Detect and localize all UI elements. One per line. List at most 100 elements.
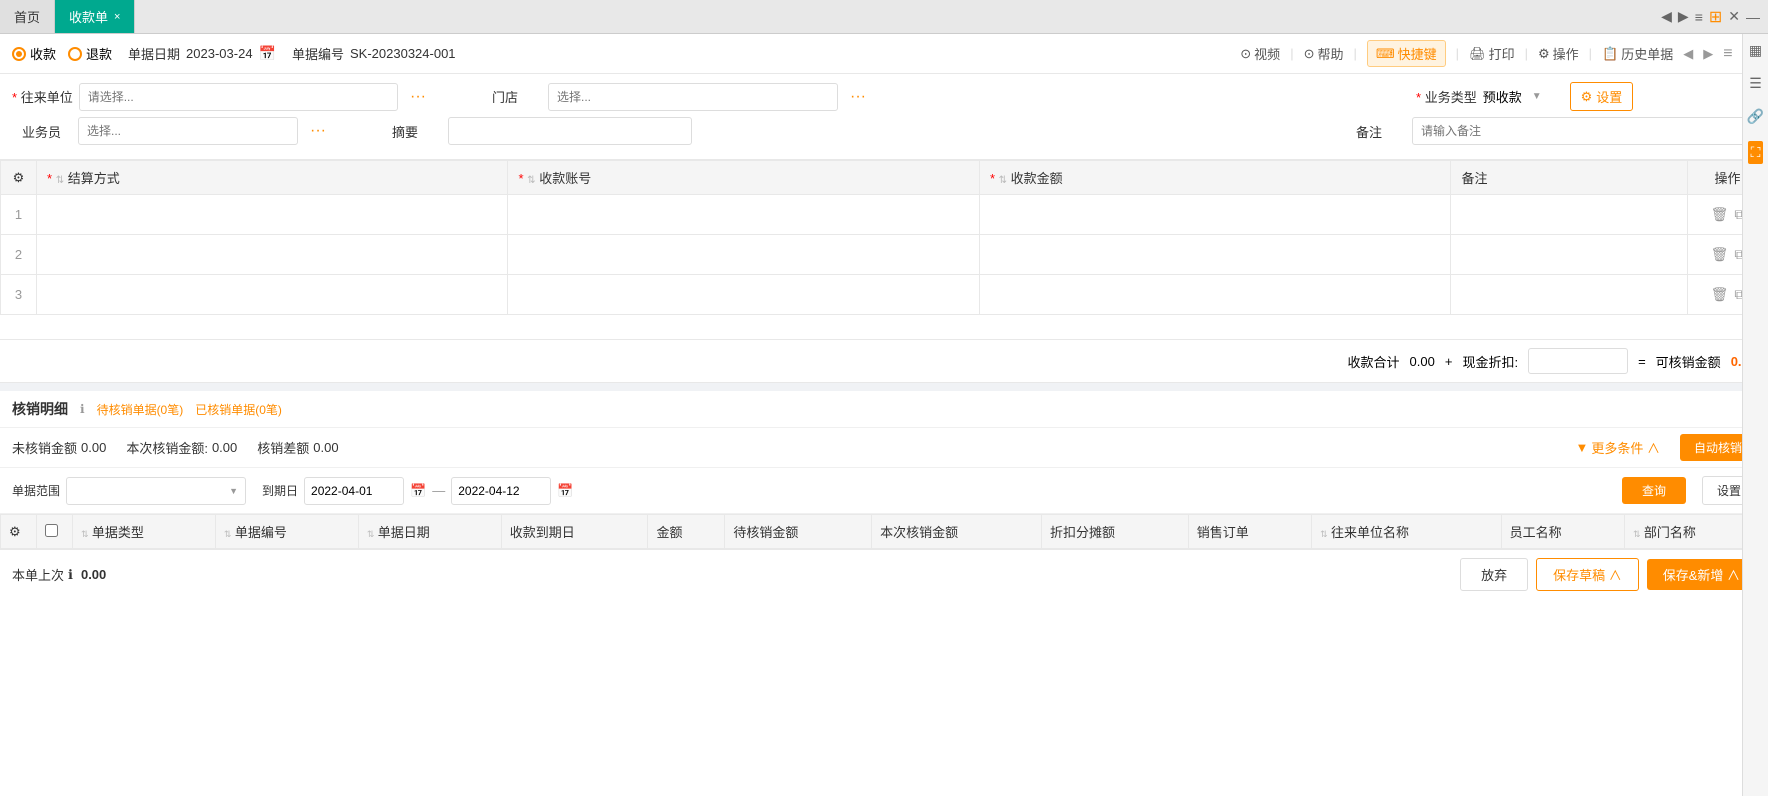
tab-close-window-icon[interactable]: ✕ xyxy=(1728,8,1740,25)
list-view-icon[interactable]: ≡ xyxy=(1723,45,1732,63)
bill-date-label: 单据日期 xyxy=(378,525,430,540)
row1-amount-cell[interactable] xyxy=(979,195,1450,235)
bill-type-sort[interactable]: ⇅ xyxy=(81,529,89,539)
action-print[interactable]: 🖨 打印 xyxy=(1469,44,1515,63)
customer-more-btn[interactable]: ··· xyxy=(404,88,432,106)
customer-name-header: ⇅ 往来单位名称 xyxy=(1312,515,1501,549)
action-history[interactable]: 📋 历史单据 xyxy=(1602,44,1673,63)
tab-next-icon[interactable]: ▶ xyxy=(1678,8,1689,25)
sidebar-link-icon[interactable]: 🔗 xyxy=(1747,108,1764,125)
bill-number-sort[interactable]: ⇅ xyxy=(224,529,232,539)
unchecked-label: 未核销金额 xyxy=(12,438,77,457)
pending-amount-header: 待核销金额 xyxy=(725,515,872,549)
date-from-input[interactable] xyxy=(304,477,404,505)
action-video[interactable]: ⊙ 视频 xyxy=(1240,44,1280,63)
filter-btn[interactable]: ▼ 更多条件 ∧ xyxy=(1575,438,1660,457)
tab-menu-icon[interactable]: ≡ xyxy=(1695,9,1703,25)
row3-amount-cell[interactable] xyxy=(979,275,1450,315)
bottom-gear-header[interactable]: ⚙ xyxy=(1,515,37,549)
settlement-label: 结算方式 xyxy=(68,171,120,186)
due-label: 到期日 xyxy=(262,482,298,499)
calendar-to-icon[interactable]: 📅 xyxy=(557,483,573,499)
form-area: * 往来单位 ··· 门店 ··· * 业务类型 预收款 ▼ xyxy=(0,74,1768,160)
discount-label: 现金折扣: xyxy=(1462,352,1518,371)
row3-delete-icon[interactable]: 🗑 xyxy=(1711,286,1729,303)
range-select[interactable] xyxy=(66,477,246,505)
settings-button[interactable]: ⚙ 设置 xyxy=(1570,82,1634,111)
filter-row: 单据范围 到期日 📅 — 📅 查询 设置 xyxy=(0,468,1768,514)
row3-account-cell[interactable] xyxy=(508,275,979,315)
account-sort-icon[interactable]: ⇅ xyxy=(527,175,535,186)
action-shortcut[interactable]: ⌨ 快捷键 xyxy=(1367,40,1446,67)
row1-delete-icon[interactable]: 🗑 xyxy=(1711,206,1729,223)
radio-receipt[interactable]: 收款 xyxy=(12,44,56,63)
toolbar: 收款 退款 单据日期 2023-03-24 📅 单据编号 SK-20230324… xyxy=(0,34,1768,74)
range-select-wrap xyxy=(66,477,246,505)
sales-order-header: 销售订单 xyxy=(1188,515,1311,549)
radio-refund[interactable]: 退款 xyxy=(68,44,112,63)
writeoff-info-icon[interactable]: ℹ xyxy=(80,402,85,416)
discount-input[interactable] xyxy=(1528,348,1628,374)
carry-info-icon[interactable]: ℹ xyxy=(68,567,73,583)
staff-more-btn[interactable]: ··· xyxy=(304,122,332,140)
net-label: 可核销金额 xyxy=(1656,352,1721,371)
right-sidebar: ▦ ☰ 🔗 ⛶ xyxy=(1742,34,1768,796)
radio-receipt-label: 收款 xyxy=(30,44,56,63)
bill-date-sort[interactable]: ⇅ xyxy=(367,529,375,539)
diff-value: 0.00 xyxy=(313,440,338,455)
staff-input[interactable] xyxy=(78,117,298,145)
row3-settlement-cell[interactable] xyxy=(37,275,508,315)
tab-receipt[interactable]: 收款单 × xyxy=(55,0,135,33)
date-to-input[interactable] xyxy=(451,477,551,505)
select-all-checkbox[interactable] xyxy=(45,524,58,537)
dept-name-sort[interactable]: ⇅ xyxy=(1633,529,1641,539)
filter-icon: ▼ xyxy=(1575,440,1588,455)
settlement-sort-icon[interactable]: ⇅ xyxy=(56,175,64,186)
row2-amount-cell[interactable] xyxy=(979,235,1450,275)
store-more-btn[interactable]: ··· xyxy=(844,88,872,106)
row2-account-cell[interactable] xyxy=(508,235,979,275)
save-draft-button[interactable]: 保存草稿 ∧ xyxy=(1536,558,1639,591)
tab-home[interactable]: 首页 xyxy=(0,0,55,33)
help-label: 帮助 xyxy=(1317,44,1343,63)
sidebar-table-icon[interactable]: ▦ xyxy=(1749,42,1762,59)
action-operation[interactable]: ⚙ 操作 xyxy=(1538,44,1579,63)
tab-receipt-close[interactable]: × xyxy=(114,11,120,23)
diff-label: 核销差额 xyxy=(257,438,309,457)
business-type-arrow[interactable]: ▼ xyxy=(1532,91,1542,102)
gear-column-header[interactable]: ⚙ xyxy=(1,161,37,195)
amount-sort-icon[interactable]: ⇅ xyxy=(999,175,1007,186)
row1-remark-cell[interactable] xyxy=(1451,195,1688,235)
row1-account-cell[interactable] xyxy=(508,195,979,235)
abandon-button[interactable]: 放弃 xyxy=(1460,558,1528,591)
bill-type-label: 单据类型 xyxy=(92,525,144,540)
sidebar-camera-icon[interactable]: ⛶ xyxy=(1748,141,1764,164)
done-tab[interactable]: 已核销单据(0笔) xyxy=(195,401,282,418)
sidebar-list-icon[interactable]: ☰ xyxy=(1749,75,1762,92)
tab-grid-icon[interactable]: ⊞ xyxy=(1709,7,1722,27)
calendar-from-icon[interactable]: 📅 xyxy=(410,483,426,499)
customer-input[interactable] xyxy=(79,83,398,111)
account-column-header: * ⇅ 收款账号 xyxy=(508,161,979,195)
store-input[interactable] xyxy=(548,83,838,111)
row2-delete-icon[interactable]: 🗑 xyxy=(1711,246,1729,263)
row1-settlement-cell[interactable] xyxy=(37,195,508,235)
row3-remark-cell[interactable] xyxy=(1451,275,1688,315)
customer-name-sort[interactable]: ⇅ xyxy=(1320,529,1328,539)
action-help[interactable]: ⊙ 帮助 xyxy=(1304,44,1344,63)
remark-input[interactable] xyxy=(1412,117,1756,145)
tab-prev-icon[interactable]: ◀ xyxy=(1661,8,1672,25)
nav-prev-icon[interactable]: ◀ xyxy=(1683,46,1693,62)
pending-tab[interactable]: 待核销单据(0笔) xyxy=(97,401,184,418)
tab-minimize-icon[interactable]: — xyxy=(1746,9,1760,25)
nav-next-icon[interactable]: ▶ xyxy=(1703,46,1713,62)
calendar-icon[interactable]: 📅 xyxy=(259,45,276,62)
query-button[interactable]: 查询 xyxy=(1622,477,1686,504)
save-new-button[interactable]: 保存&新增 ∧ xyxy=(1647,559,1756,590)
tab-receipt-label: 收款单 xyxy=(69,7,108,26)
current-stat: 本次核销金额: 0.00 xyxy=(126,438,237,457)
row2-settlement-cell[interactable] xyxy=(37,235,508,275)
summary-field: 摘要 xyxy=(392,117,692,145)
row2-remark-cell[interactable] xyxy=(1451,235,1688,275)
summary-input[interactable] xyxy=(448,117,692,145)
